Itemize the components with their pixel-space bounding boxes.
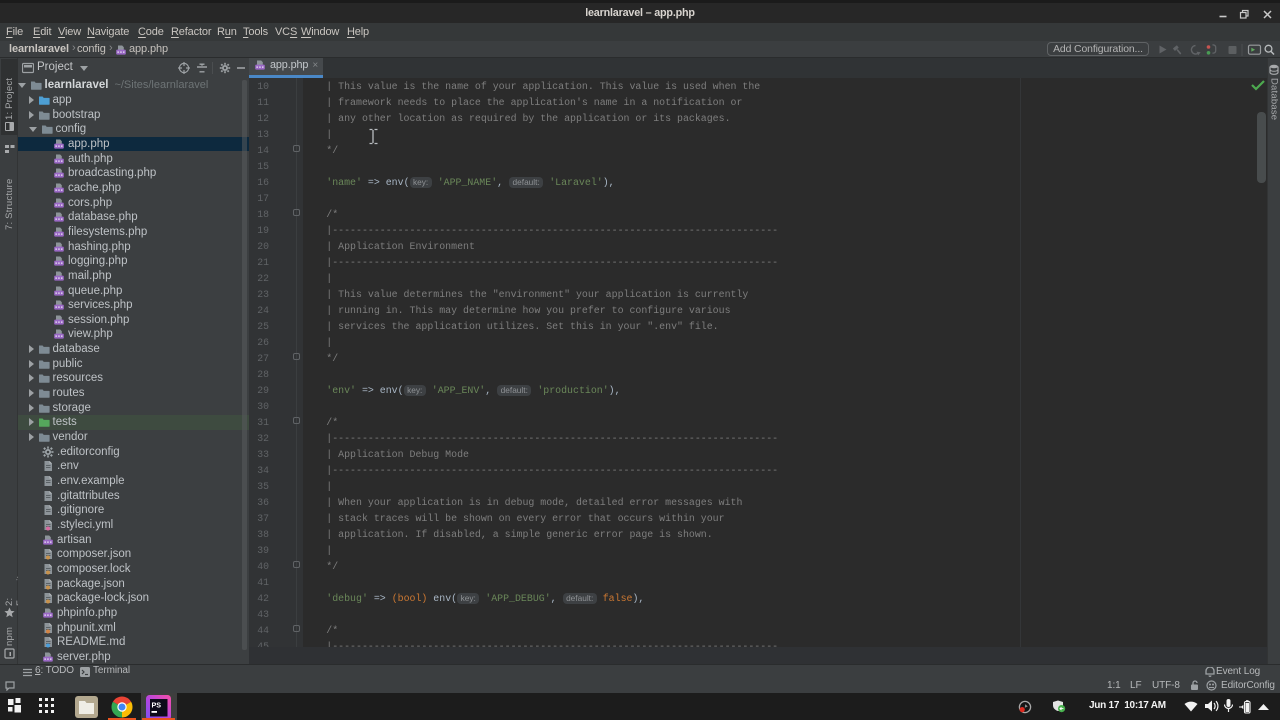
- svg-text:PS: PS: [152, 701, 162, 710]
